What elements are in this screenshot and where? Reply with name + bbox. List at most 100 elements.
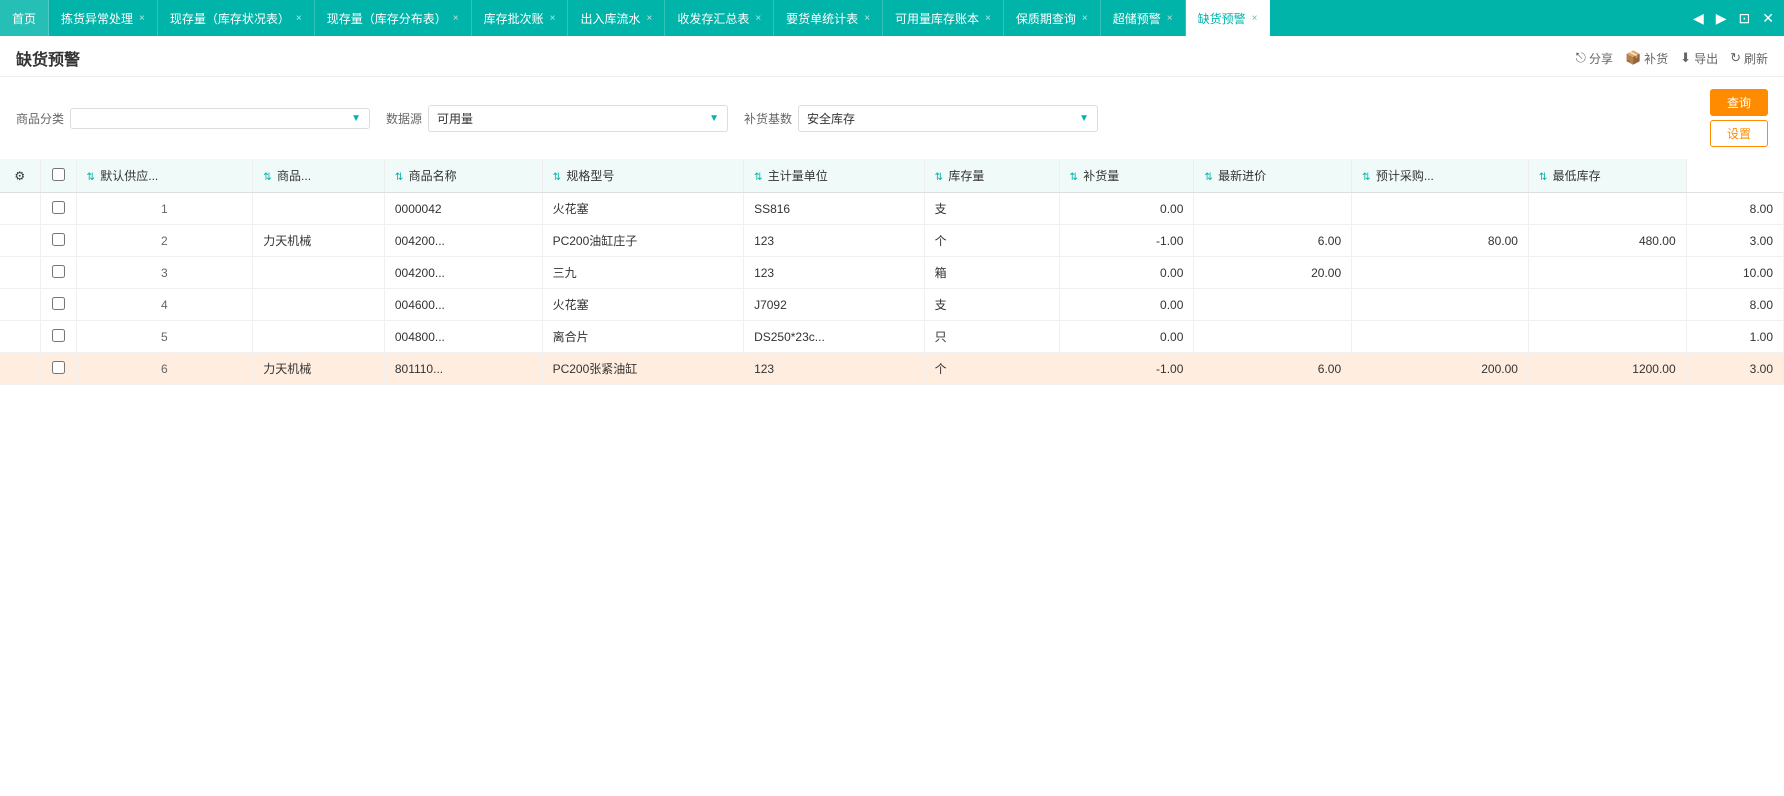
nav-restore-button[interactable]: ⊡ xyxy=(1733,6,1757,31)
datasource-value: 可用量 xyxy=(437,110,473,127)
nav-prev-button[interactable]: ◀ xyxy=(1687,6,1710,31)
row-spec-2: 123 xyxy=(744,257,925,289)
nav-item-shortage[interactable]: 缺货预警 × xyxy=(1186,0,1271,36)
row-checkbox-1[interactable] xyxy=(40,225,76,257)
gear-icon[interactable]: ⚙ xyxy=(14,169,25,183)
nav-item-overstock[interactable]: 超储预警 × xyxy=(1101,0,1186,36)
row-num-0: 1 xyxy=(76,193,253,225)
nav-next-button[interactable]: ▶ xyxy=(1710,6,1733,31)
row-checkbox-4[interactable] xyxy=(40,321,76,353)
table-row: 5 004800... 离合片 DS250*23c... 只 0.00 1.00 xyxy=(0,321,1784,353)
nav-controls: ◀ ▶ ⊡ ✕ xyxy=(1683,6,1784,31)
nav-item-inventory-dist[interactable]: 现存量（库存分布表） × xyxy=(315,0,472,36)
row-spec-0: SS816 xyxy=(744,193,925,225)
row-checkbox-3[interactable] xyxy=(40,289,76,321)
row-latest-price-2 xyxy=(1352,257,1529,289)
col-unit[interactable]: ⇅ 主计量单位 xyxy=(744,159,925,193)
row-supplier-3 xyxy=(253,289,385,321)
close-icon[interactable]: × xyxy=(453,13,459,24)
nav-item-inventory-status[interactable]: 现存量（库存状况表） × xyxy=(158,0,315,36)
row-replenish-qty-2: 20.00 xyxy=(1194,257,1352,289)
row-product-code-4: 004800... xyxy=(384,321,542,353)
close-icon[interactable]: × xyxy=(646,13,652,24)
table-row: 4 004600... 火花塞 J7092 支 0.00 8.00 xyxy=(0,289,1784,321)
col-checkbox xyxy=(40,159,76,193)
row-settings-3 xyxy=(0,289,40,321)
close-icon[interactable]: × xyxy=(1252,13,1258,24)
row-replenish-qty-0 xyxy=(1194,193,1352,225)
sort-icon: ⇅ xyxy=(395,172,403,183)
nav-close-button[interactable]: ✕ xyxy=(1756,6,1780,31)
setting-button[interactable]: 设置 xyxy=(1710,120,1768,147)
close-icon[interactable]: × xyxy=(864,13,870,24)
sort-icon: ⇅ xyxy=(263,172,271,183)
close-icon[interactable]: × xyxy=(755,13,761,24)
row-num-4: 5 xyxy=(76,321,253,353)
filter-bar: 商品分类 ▼ 数据源 可用量 ▼ 补货基数 安全库存 ▼ 查询 设置 xyxy=(0,77,1784,159)
nav-item-requisition[interactable]: 要货单统计表 × xyxy=(774,0,883,36)
close-icon[interactable]: × xyxy=(139,13,145,24)
row-product-name-5: PC200张紧油缸 xyxy=(542,353,743,385)
replenish-base-select[interactable]: 安全库存 ▼ xyxy=(798,105,1098,132)
nav-item-home[interactable]: 首页 xyxy=(0,0,49,36)
row-replenish-qty-3 xyxy=(1194,289,1352,321)
category-select[interactable]: ▼ xyxy=(70,108,370,129)
replenish-button[interactable]: 📦 补货 xyxy=(1625,50,1668,67)
sort-icon: ⇅ xyxy=(1070,172,1078,183)
page-header: 缺货预警 ⎋ 分享 📦 补货 ⬇ 导出 ↻ 刷新 xyxy=(0,36,1784,77)
nav-item-picking[interactable]: 拣货异常处理 × xyxy=(49,0,158,36)
query-button[interactable]: 查询 xyxy=(1710,89,1768,116)
close-icon[interactable]: × xyxy=(1082,13,1088,24)
col-replenish-qty[interactable]: ⇅ 补货量 xyxy=(1059,159,1194,193)
refresh-button[interactable]: ↻ 刷新 xyxy=(1730,50,1768,67)
table-row: 1 0000042 火花塞 SS816 支 0.00 8.00 xyxy=(0,193,1784,225)
close-icon[interactable]: × xyxy=(985,13,991,24)
sort-icon: ⇅ xyxy=(935,172,943,183)
share-button[interactable]: ⎋ 分享 xyxy=(1576,50,1613,67)
datasource-label: 数据源 xyxy=(386,110,422,127)
col-product-code[interactable]: ⇅ 商品... xyxy=(253,159,385,193)
col-spec[interactable]: ⇅ 规格型号 xyxy=(542,159,743,193)
table-row: 2 力天机械 004200... PC200油缸庄子 123 个 -1.00 6… xyxy=(0,225,1784,257)
row-estimated-purchase-1: 480.00 xyxy=(1528,225,1686,257)
row-num-1: 2 xyxy=(76,225,253,257)
row-spec-3: J7092 xyxy=(744,289,925,321)
col-default-supplier[interactable]: ⇅ 默认供应... xyxy=(76,159,253,193)
row-stock-3: 0.00 xyxy=(1059,289,1194,321)
nav-item-available[interactable]: 可用量库存账本 × xyxy=(883,0,1004,36)
close-icon[interactable]: × xyxy=(296,13,302,24)
row-latest-price-4 xyxy=(1352,321,1529,353)
select-all-checkbox[interactable] xyxy=(52,168,65,181)
sort-icon: ⇅ xyxy=(1204,172,1212,183)
row-checkbox-5[interactable] xyxy=(40,353,76,385)
row-checkbox-2[interactable] xyxy=(40,257,76,289)
row-product-name-0: 火花塞 xyxy=(542,193,743,225)
chevron-down-icon: ▼ xyxy=(351,113,361,124)
row-estimated-purchase-5: 1200.00 xyxy=(1528,353,1686,385)
row-product-code-1: 004200... xyxy=(384,225,542,257)
col-settings[interactable]: ⚙ xyxy=(0,159,40,193)
nav-item-expiry[interactable]: 保质期查询 × xyxy=(1004,0,1101,36)
col-latest-price[interactable]: ⇅ 最新进价 xyxy=(1194,159,1352,193)
row-estimated-purchase-3 xyxy=(1528,289,1686,321)
row-product-name-2: 三九 xyxy=(542,257,743,289)
row-replenish-qty-5: 6.00 xyxy=(1194,353,1352,385)
col-product-name[interactable]: ⇅ 商品名称 xyxy=(384,159,542,193)
table-body: 1 0000042 火花塞 SS816 支 0.00 8.00 2 力天机械 0… xyxy=(0,193,1784,385)
nav-item-batch[interactable]: 库存批次账 × xyxy=(472,0,569,36)
col-stock[interactable]: ⇅ 库存量 xyxy=(924,159,1059,193)
nav-item-flow[interactable]: 出入库流水 × xyxy=(568,0,665,36)
row-supplier-4 xyxy=(253,321,385,353)
datasource-filter-group: 数据源 可用量 ▼ xyxy=(386,105,728,132)
row-checkbox-0[interactable] xyxy=(40,193,76,225)
export-button[interactable]: ⬇ 导出 xyxy=(1680,50,1718,67)
row-latest-price-1: 80.00 xyxy=(1352,225,1529,257)
close-icon[interactable]: × xyxy=(1167,13,1173,24)
nav-item-summary[interactable]: 收发存汇总表 × xyxy=(665,0,774,36)
close-icon[interactable]: × xyxy=(550,13,556,24)
col-estimated-purchase[interactable]: ⇅ 预计采购... xyxy=(1352,159,1529,193)
row-latest-price-5: 200.00 xyxy=(1352,353,1529,385)
datasource-select[interactable]: 可用量 ▼ xyxy=(428,105,728,132)
category-label: 商品分类 xyxy=(16,110,64,127)
col-min-stock[interactable]: ⇅ 最低库存 xyxy=(1528,159,1686,193)
